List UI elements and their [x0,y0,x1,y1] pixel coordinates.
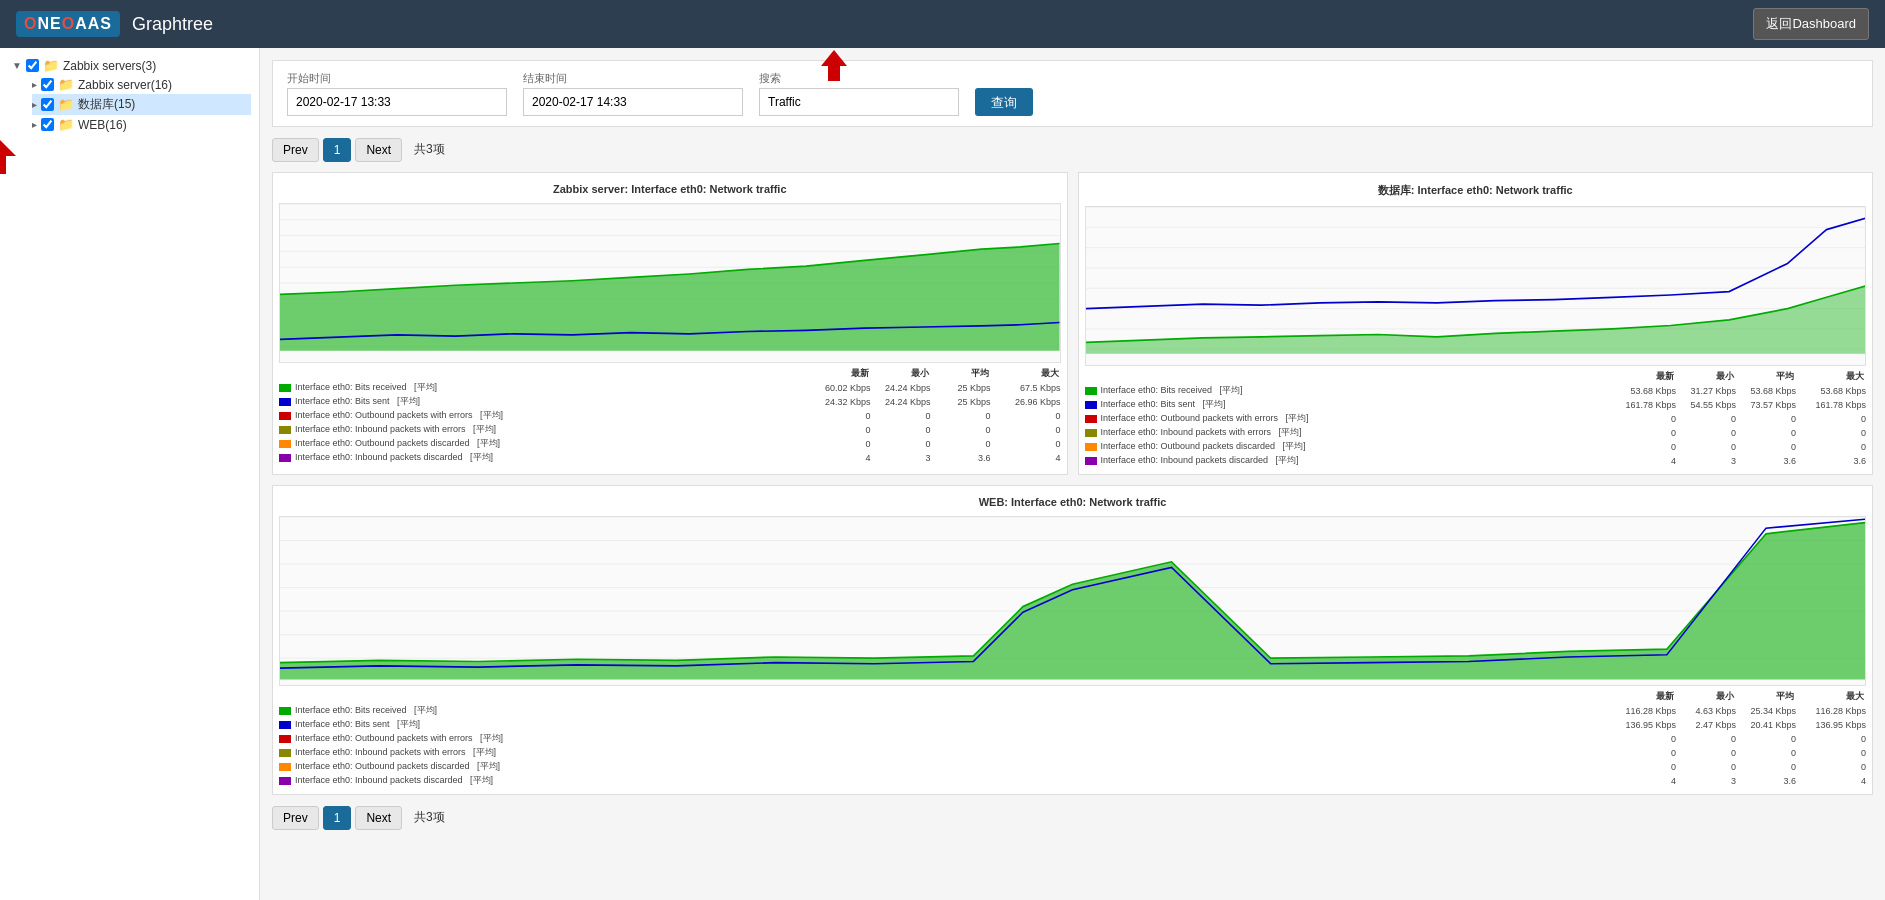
prev-button-top[interactable]: Prev [272,138,319,162]
legend-color-c3-6 [279,777,291,785]
arrow-indicator [0,136,18,179]
start-time-group: 开始时间 [287,71,507,116]
legend-color-3 [279,412,291,420]
tree-item-zabbix-server[interactable]: ▸ 📁 Zabbix server(16) [32,75,251,94]
folder-icon-1: 📁 [58,77,74,92]
checkbox-2[interactable] [41,98,54,111]
next-button-bottom[interactable]: Next [355,806,402,830]
chart3-area [279,516,1866,686]
header-left: ONEOAAS Graphtree [16,11,213,37]
query-button[interactable]: 查询 [975,88,1033,116]
page-1-button-top[interactable]: 1 [323,138,352,162]
chart1-area [279,203,1061,363]
checkbox-3[interactable] [41,118,54,131]
chart1-legend: 最新最小平均最大 Interface eth0: Bits received [… [279,367,1061,465]
start-time-input[interactable] [287,88,507,116]
chart1-title: Zabbix server: Interface eth0: Network t… [279,179,1061,199]
tree-label-2: 数据库(15) [78,96,135,113]
end-time-group: 结束时间 [523,71,743,116]
page-1-button-bottom[interactable]: 1 [323,806,352,830]
chart2-area [1085,206,1867,366]
svg-marker-1 [821,50,847,81]
legend-color-c2-1 [1085,387,1097,395]
search-arrow-indicator [819,48,849,86]
legend-color-c2-4 [1085,429,1097,437]
chart3-legend: 最新最小平均最大 Interface eth0: Bits received [… [279,690,1866,788]
legend-color-c3-5 [279,763,291,771]
charts-grid: Zabbix server: Interface eth0: Network t… [272,172,1873,795]
pagination-bottom: Prev 1 Next 共3项 [272,805,1873,830]
tree-root[interactable]: ▼ 📁 Zabbix servers(3) [12,56,251,75]
legend-color-c3-2 [279,721,291,729]
legend-color-c3-4 [279,749,291,757]
legend-color-4 [279,426,291,434]
next-button-top[interactable]: Next [355,138,402,162]
legend-color-2 [279,398,291,406]
chart-db: 数据库: Interface eth0: Network traffic [1078,172,1874,475]
svg-marker-0 [0,138,16,174]
tree-children-root: ▸ 📁 Zabbix server(16) ▸ 📁 数据库(15) [32,75,251,134]
header: ONEOAAS Graphtree 返回Dashboard [0,0,1885,48]
logo: ONEOAAS [16,11,120,37]
legend-color-6 [279,454,291,462]
end-time-label: 结束时间 [523,71,743,86]
filter-bar: 开始时间 结束时间 搜索 查询 [272,60,1873,127]
legend-color-c2-5 [1085,443,1097,451]
chart-web: WEB: Interface eth0: Network traffic [272,485,1873,795]
chart2-title: 数据库: Interface eth0: Network traffic [1085,179,1867,202]
search-group: 搜索 [759,71,959,116]
chart3-title: WEB: Interface eth0: Network traffic [279,492,1866,512]
prev-button-bottom[interactable]: Prev [272,806,319,830]
tree-item-web[interactable]: ▸ 📁 WEB(16) [32,115,251,134]
search-label: 搜索 [759,71,959,86]
expand-icon-1: ▸ [32,79,37,90]
legend-color-1 [279,384,291,392]
folder-icon-3: 📁 [58,117,74,132]
tree-label-root: Zabbix servers(3) [63,59,156,73]
chart-zabbix-server: Zabbix server: Interface eth0: Network t… [272,172,1068,475]
legend-color-c2-6 [1085,457,1097,465]
page-count-top: 共3项 [406,137,453,162]
tree-item-db[interactable]: ▸ 📁 数据库(15) [32,94,251,115]
legend-color-5 [279,440,291,448]
folder-icon-2: 📁 [58,97,74,112]
search-input[interactable] [759,88,959,116]
start-time-label: 开始时间 [287,71,507,86]
folder-icon-root: 📁 [43,58,59,73]
legend-color-c2-2 [1085,401,1097,409]
content-area: 开始时间 结束时间 搜索 查询 [260,48,1885,900]
expand-icon-2: ▸ [32,99,37,110]
pagination-top: Prev 1 Next 共3项 [272,137,1873,162]
legend-color-c3-3 [279,735,291,743]
page-count-bottom: 共3项 [406,805,453,830]
tree-label-1: Zabbix server(16) [78,78,172,92]
expand-icon-3: ▸ [32,119,37,130]
checkbox-root[interactable] [26,59,39,72]
tree-label-3: WEB(16) [78,118,127,132]
chart2-legend: 最新最小平均最大 Interface eth0: Bits received [… [1085,370,1867,468]
legend-color-c2-3 [1085,415,1097,423]
dashboard-button[interactable]: 返回Dashboard [1753,8,1869,40]
legend-color-c3-1 [279,707,291,715]
expand-icon-root: ▼ [12,60,22,71]
checkbox-1[interactable] [41,78,54,91]
app-title: Graphtree [132,14,213,35]
sidebar: ▼ 📁 Zabbix servers(3) ▸ 📁 Zabbix server(… [0,48,260,900]
main-layout: ▼ 📁 Zabbix servers(3) ▸ 📁 Zabbix server(… [0,48,1885,900]
end-time-input[interactable] [523,88,743,116]
